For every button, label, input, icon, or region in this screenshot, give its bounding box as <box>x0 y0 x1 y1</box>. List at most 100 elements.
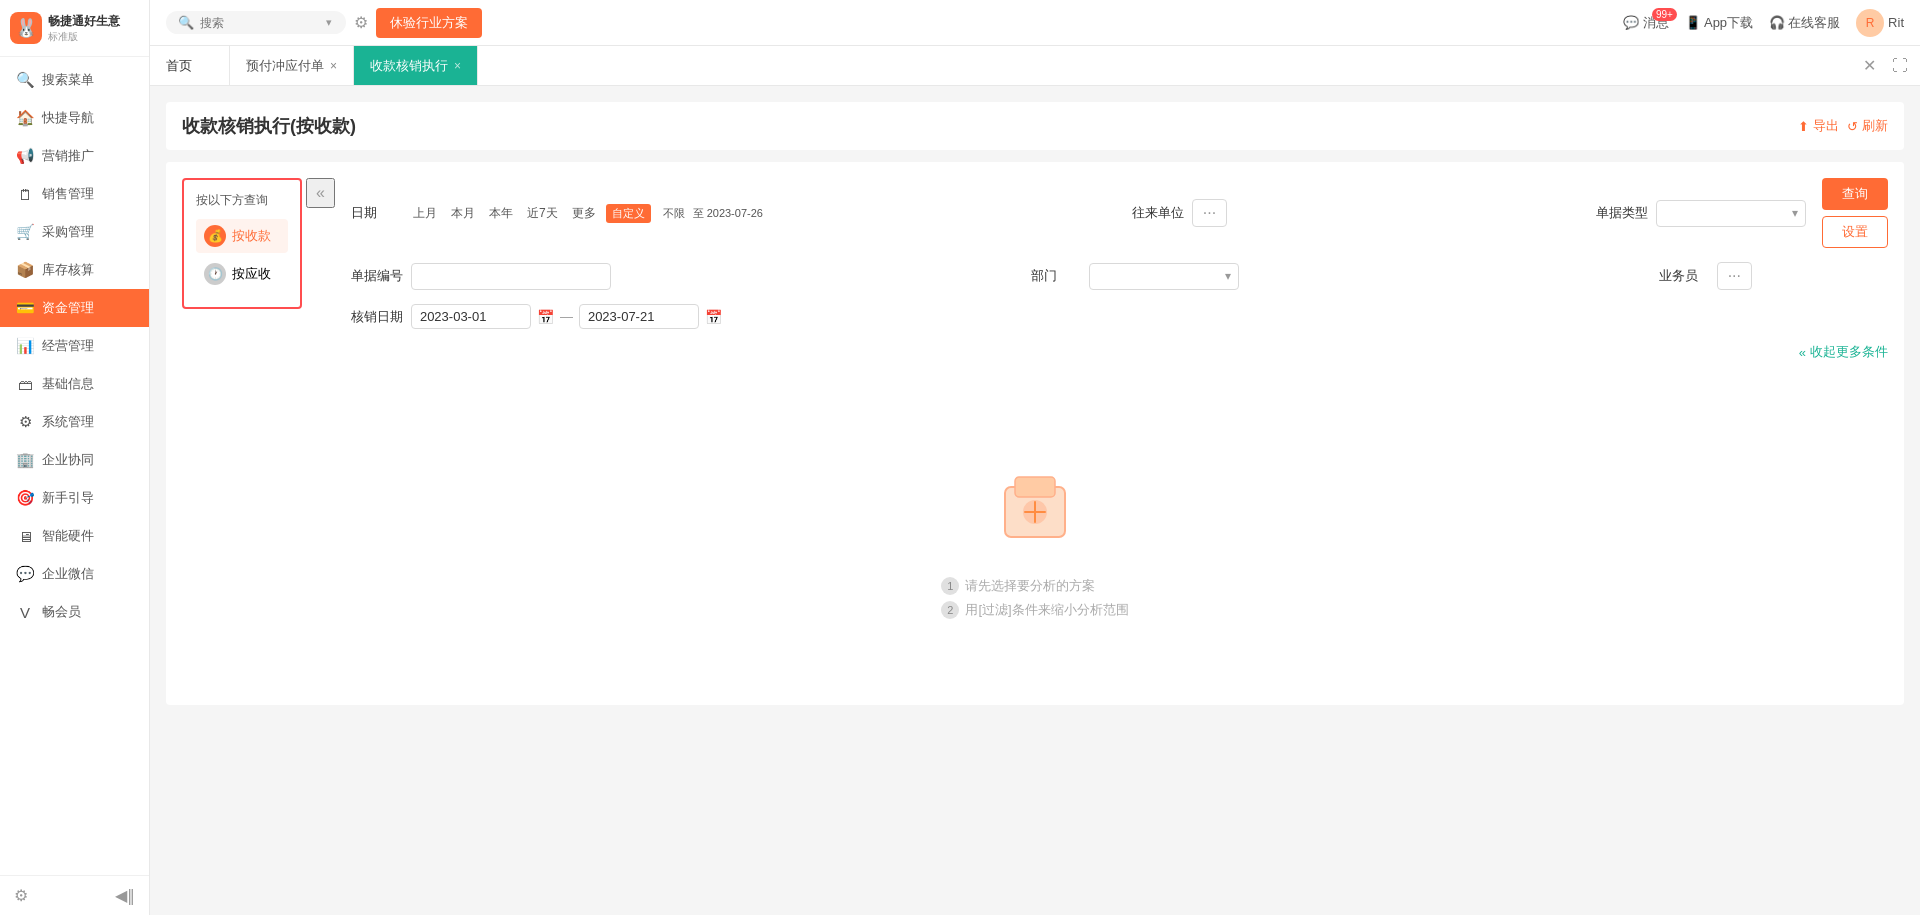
tab-receipt-writeoff-close[interactable]: × <box>454 59 461 73</box>
page-header: 收款核销执行(按收款) ⬆ 导出 ↺ 刷新 <box>166 102 1904 150</box>
calendar-end-icon[interactable]: 📅 <box>705 309 722 325</box>
export-icon: ⬆ <box>1798 119 1809 134</box>
app-download-icon: 📱 <box>1685 15 1701 30</box>
empty-illustration <box>985 457 1085 557</box>
staff-input[interactable]: ··· <box>1717 262 1752 290</box>
tab-receipt-writeoff[interactable]: 收款核销执行 × <box>354 46 478 85</box>
sidebar-item-operations[interactable]: 📊经营管理 <box>0 327 149 365</box>
date-tab-7days[interactable]: 近7天 <box>523 203 562 224</box>
finance-icon: 💳 <box>16 299 34 317</box>
industry-btn[interactable]: 休验行业方案 <box>376 8 482 38</box>
marketing-icon: 📢 <box>16 147 34 165</box>
tab-receipt-writeoff-label: 收款核销执行 <box>370 57 448 75</box>
writeoff-date-start-input[interactable] <box>411 304 531 329</box>
topbar-right: 💬 消息 99+ 📱 App下载 🎧 在线客服 R Rit <box>1623 9 1904 37</box>
sidebar-item-purchase[interactable]: 🛒采购管理 <box>0 213 149 251</box>
maximize-btn[interactable]: ⛶ <box>1888 53 1912 79</box>
calendar-start-icon[interactable]: 📅 <box>537 309 554 325</box>
date-tab-this-year[interactable]: 本年 <box>485 203 517 224</box>
counterparty-input[interactable]: ··· <box>1192 199 1227 227</box>
sidebar-item-vip[interactable]: V畅会员 <box>0 593 149 631</box>
staff-label: 业务员 <box>1659 267 1709 285</box>
topbar: 🔍 ▾ ⚙ 休验行业方案 💬 消息 99+ 📱 App下载 🎧 在线客服 <box>150 0 1920 46</box>
filter-by-receivable[interactable]: 🕐 按应收 <box>196 257 288 291</box>
dept-label: 部门 <box>1031 267 1081 285</box>
sidebar-item-sales[interactable]: 🗒销售管理 <box>0 175 149 213</box>
search-icon: 🔍 <box>178 15 194 30</box>
date-filter: 日期 上月 本月 本年 近7天 更多 自定义 不限 至 2023-07-26 <box>351 203 763 224</box>
inventory-icon: 📦 <box>16 261 34 279</box>
dept-select-wrapper <box>1089 263 1239 290</box>
filter-by-receivable-label: 按应收 <box>232 265 271 283</box>
quick-nav-icon: 🏠 <box>16 109 34 127</box>
voucher-no-input[interactable] <box>411 263 611 290</box>
tab-prepay[interactable]: 预付冲应付单 × <box>230 46 354 85</box>
sales-icon: 🗒 <box>16 186 34 203</box>
user-area[interactable]: R Rit <box>1856 9 1904 37</box>
tabbar: 首页 预付冲应付单 × 收款核销执行 × ✕ ⛶ <box>150 46 1920 86</box>
sidebar-item-finance[interactable]: 💳资金管理 <box>0 289 149 327</box>
sidebar-item-guide[interactable]: 🎯新手引导 <box>0 479 149 517</box>
gear-icon[interactable]: ⚙ <box>354 13 368 32</box>
refresh-btn[interactable]: ↺ 刷新 <box>1847 117 1888 135</box>
sidebar-item-system[interactable]: ⚙系统管理 <box>0 403 149 441</box>
sidebar-item-search-menu[interactable]: 🔍搜索菜单 <box>0 61 149 99</box>
settings-icon[interactable]: ⚙ <box>14 886 28 905</box>
collapse-filter-sidebar-btn[interactable]: « <box>306 178 335 208</box>
filter-form: 日期 上月 本月 本年 近7天 更多 自定义 不限 至 2023-07-26 <box>335 178 1888 361</box>
filter-by-receipt-label: 按收款 <box>232 227 271 245</box>
date-tab-custom[interactable]: 自定义 <box>606 204 651 223</box>
date-tab-last-month[interactable]: 上月 <box>409 203 441 224</box>
sidebar-item-marketing[interactable]: 📢营销推广 <box>0 137 149 175</box>
empty-hint-2: 2 用[过滤]条件来缩小分析范围 <box>941 601 1128 619</box>
page-actions: ⬆ 导出 ↺ 刷新 <box>1798 117 1888 135</box>
topbar-left: 🔍 ▾ ⚙ 休验行业方案 <box>166 8 1611 38</box>
query-btn[interactable]: 查询 <box>1822 178 1888 210</box>
sidebar-item-inventory[interactable]: 📦库存核算 <box>0 251 149 289</box>
receipt-icon: 💰 <box>204 225 226 247</box>
service-icon: 🎧 <box>1769 15 1785 30</box>
smart-hw-icon: 🖥 <box>16 528 34 545</box>
settings-btn[interactable]: 设置 <box>1822 216 1888 248</box>
date-tab-this-month[interactable]: 本月 <box>447 203 479 224</box>
close-tab-btn[interactable]: ✕ <box>1859 52 1880 79</box>
enterprise-icon: 🏢 <box>16 451 34 469</box>
message-icon: 💬 <box>1623 15 1639 30</box>
svg-rect-1 <box>1015 477 1055 497</box>
page-content: 收款核销执行(按收款) ⬆ 导出 ↺ 刷新 按以下方查询 💰 <box>150 86 1920 915</box>
logo-area: 🐰 畅捷通好生意 标准版 <box>0 0 149 57</box>
voucher-type-select[interactable] <box>1656 200 1806 227</box>
writeoff-date-end-input[interactable] <box>579 304 699 329</box>
search-input[interactable] <box>200 16 320 30</box>
logo-text: 畅捷通好生意 标准版 <box>48 13 120 44</box>
tabbar-actions: ✕ ⛶ <box>1859 46 1920 85</box>
filter-panel: 按以下方查询 💰 按收款 🕐 按应收 « <box>166 162 1904 705</box>
collapse-sidebar-icon[interactable]: ◀‖ <box>115 886 135 905</box>
voucher-type-select-wrapper <box>1656 200 1806 227</box>
sidebar-item-wechat[interactable]: 💬企业微信 <box>0 555 149 593</box>
sidebar-item-smart-hw[interactable]: 🖥智能硬件 <box>0 517 149 555</box>
filter-by-receipt[interactable]: 💰 按收款 <box>196 219 288 253</box>
sidebar-item-quick-nav[interactable]: 🏠快捷导航 <box>0 99 149 137</box>
sidebar-item-basic-info[interactable]: 🗃基础信息 <box>0 365 149 403</box>
dept-select[interactable] <box>1089 263 1239 290</box>
sidebar-item-enterprise[interactable]: 🏢企业协同 <box>0 441 149 479</box>
empty-hint-1: 1 请先选择要分析的方案 <box>941 577 1128 595</box>
filter-row-2: 单据编号 部门 <box>351 262 1888 290</box>
date-tabs: 上月 本月 本年 近7天 更多 自定义 <box>409 203 651 224</box>
tab-prepay-close[interactable]: × <box>330 59 337 73</box>
search-area[interactable]: 🔍 ▾ <box>166 11 346 34</box>
export-btn[interactable]: ⬆ 导出 <box>1798 117 1839 135</box>
basic-info-icon: 🗃 <box>16 376 34 393</box>
message-area[interactable]: 💬 消息 99+ <box>1623 14 1669 32</box>
collapse-more-btn[interactable]: « 收起更多条件 <box>351 343 1888 361</box>
query-btns: 查询 设置 <box>1822 178 1888 248</box>
online-service-link[interactable]: 🎧 在线客服 <box>1769 14 1840 32</box>
writeoff-date-inputs: 📅 — 📅 <box>411 304 722 329</box>
tab-home[interactable]: 首页 <box>150 46 230 85</box>
date-tab-more[interactable]: 更多 <box>568 203 600 224</box>
app-download-link[interactable]: 📱 App下载 <box>1685 14 1753 32</box>
sidebar: 🐰 畅捷通好生意 标准版 🔍搜索菜单🏠快捷导航📢营销推广🗒销售管理🛒采购管理📦库… <box>0 0 150 915</box>
counterparty-filter: 往来单位 ··· <box>1132 199 1227 227</box>
counterparty-label: 往来单位 <box>1132 204 1184 222</box>
